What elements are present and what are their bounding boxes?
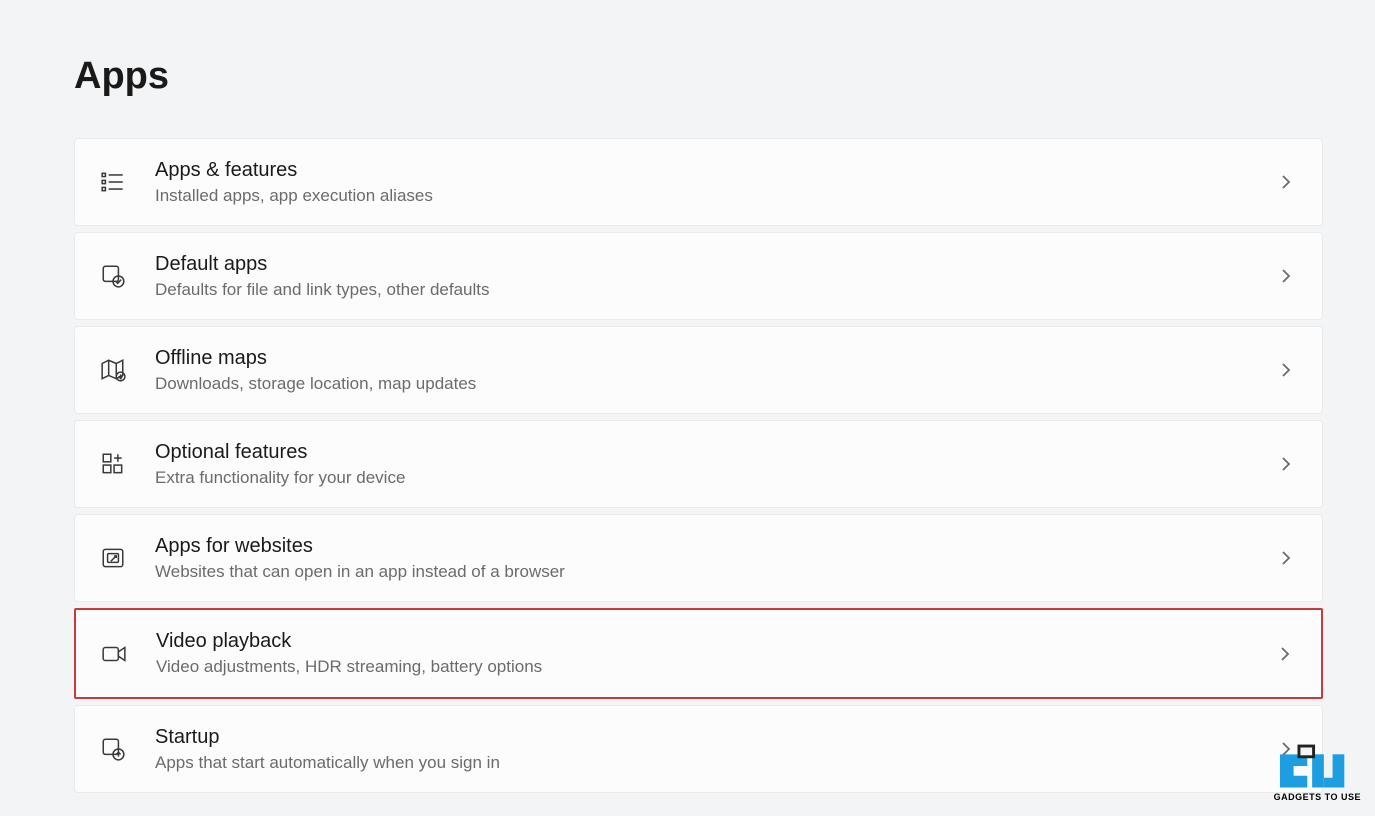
chevron-right-icon bbox=[1278, 362, 1298, 378]
default-apps-icon bbox=[99, 263, 127, 289]
item-subtitle: Websites that can open in an app instead… bbox=[155, 561, 1250, 583]
startup-icon bbox=[99, 736, 127, 762]
item-default-apps[interactable]: Default apps Defaults for file and link … bbox=[74, 232, 1323, 320]
watermark: GADGETS TO USE bbox=[1274, 744, 1361, 802]
item-title: Offline maps bbox=[155, 345, 1250, 371]
settings-list: Apps & features Installed apps, app exec… bbox=[74, 138, 1323, 793]
item-apps-for-websites[interactable]: Apps for websites Websites that can open… bbox=[74, 514, 1323, 602]
video-icon bbox=[100, 641, 128, 667]
item-title: Optional features bbox=[155, 439, 1250, 465]
item-title: Apps & features bbox=[155, 157, 1250, 183]
item-body: Offline maps Downloads, storage location… bbox=[155, 345, 1250, 395]
item-subtitle: Video adjustments, HDR streaming, batter… bbox=[156, 656, 1249, 678]
item-subtitle: Installed apps, app execution aliases bbox=[155, 185, 1250, 207]
item-body: Startup Apps that start automatically wh… bbox=[155, 724, 1250, 774]
map-icon bbox=[99, 357, 127, 383]
watermark-logo-icon bbox=[1278, 744, 1356, 790]
item-body: Optional features Extra functionality fo… bbox=[155, 439, 1250, 489]
chevron-right-icon bbox=[1278, 174, 1298, 190]
item-title: Video playback bbox=[156, 628, 1249, 654]
item-body: Default apps Defaults for file and link … bbox=[155, 251, 1250, 301]
item-body: Apps for websites Websites that can open… bbox=[155, 533, 1250, 583]
watermark-text: GADGETS TO USE bbox=[1274, 792, 1361, 802]
page-title: Apps bbox=[74, 55, 1327, 98]
item-subtitle: Apps that start automatically when you s… bbox=[155, 752, 1250, 774]
item-startup[interactable]: Startup Apps that start automatically wh… bbox=[74, 705, 1323, 793]
chevron-right-icon bbox=[1278, 268, 1298, 284]
item-video-playback[interactable]: Video playback Video adjustments, HDR st… bbox=[74, 608, 1323, 698]
item-subtitle: Defaults for file and link types, other … bbox=[155, 279, 1250, 301]
item-title: Startup bbox=[155, 724, 1250, 750]
item-offline-maps[interactable]: Offline maps Downloads, storage location… bbox=[74, 326, 1323, 414]
item-body: Video playback Video adjustments, HDR st… bbox=[156, 628, 1249, 678]
chevron-right-icon bbox=[1277, 646, 1297, 662]
item-apps-and-features[interactable]: Apps & features Installed apps, app exec… bbox=[74, 138, 1323, 226]
chevron-right-icon bbox=[1278, 550, 1298, 566]
item-title: Apps for websites bbox=[155, 533, 1250, 559]
item-subtitle: Extra functionality for your device bbox=[155, 467, 1250, 489]
apps-for-websites-icon bbox=[99, 545, 127, 571]
item-body: Apps & features Installed apps, app exec… bbox=[155, 157, 1250, 207]
item-subtitle: Downloads, storage location, map updates bbox=[155, 373, 1250, 395]
apps-list-icon bbox=[99, 169, 127, 195]
chevron-right-icon bbox=[1278, 456, 1298, 472]
item-title: Default apps bbox=[155, 251, 1250, 277]
item-optional-features[interactable]: Optional features Extra functionality fo… bbox=[74, 420, 1323, 508]
optional-features-icon bbox=[99, 451, 127, 477]
